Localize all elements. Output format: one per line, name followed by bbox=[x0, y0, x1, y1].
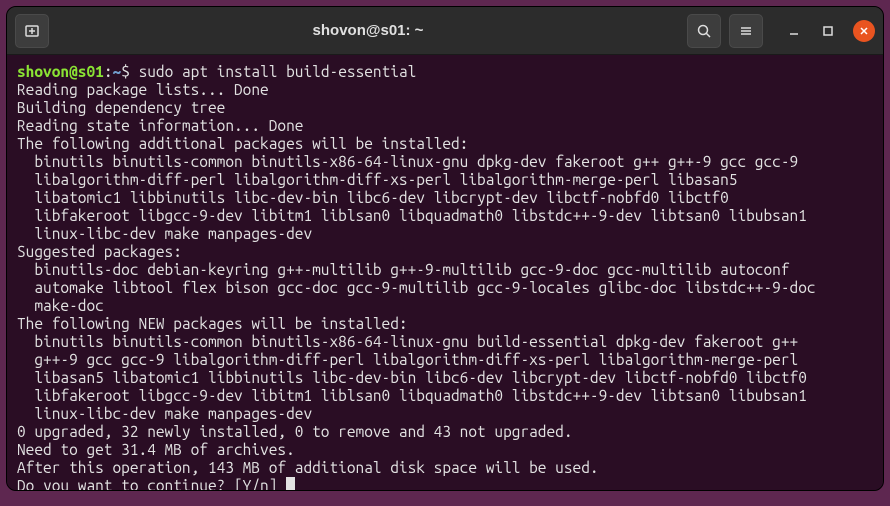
close-button[interactable] bbox=[853, 20, 875, 42]
output-line: Building dependency tree bbox=[17, 99, 225, 116]
minimize-icon bbox=[788, 25, 800, 37]
terminal-body[interactable]: shovon@s01:~$ sudo apt install build-ess… bbox=[7, 55, 883, 490]
titlebar-right bbox=[687, 14, 875, 48]
output-line: linux-libc-dev make manpages-dev bbox=[17, 405, 312, 422]
output-line: After this operation, 143 MB of addition… bbox=[17, 459, 599, 476]
output-line: The following NEW packages will be insta… bbox=[17, 315, 408, 332]
minimize-button[interactable] bbox=[785, 22, 803, 40]
new-tab-button[interactable] bbox=[15, 14, 49, 48]
output-line: libatomic1 libbinutils libc-dev-bin libc… bbox=[17, 189, 729, 206]
output-line: Reading state information... Done bbox=[17, 117, 303, 134]
output-line: libasan5 libatomic1 libbinutils libc-dev… bbox=[17, 369, 807, 386]
titlebar: shovon@s01: ~ bbox=[7, 7, 883, 55]
output-line: binutils-doc debian-keyring g++-multilib… bbox=[17, 261, 790, 278]
output-line: binutils binutils-common binutils-x86-64… bbox=[17, 333, 798, 350]
output-line: Need to get 31.4 MB of archives. bbox=[17, 441, 295, 458]
output-line: 0 upgraded, 32 newly installed, 0 to rem… bbox=[17, 423, 573, 440]
output-line: libfakeroot libgcc-9-dev libitm1 liblsan… bbox=[17, 207, 807, 224]
menu-button[interactable] bbox=[729, 14, 763, 48]
output-line: make-doc bbox=[17, 297, 104, 314]
hamburger-icon bbox=[738, 23, 754, 39]
output-line: g++-9 gcc gcc-9 libalgorithm-diff-perl l… bbox=[17, 351, 798, 368]
output-line: libfakeroot libgcc-9-dev libitm1 liblsan… bbox=[17, 387, 807, 404]
prompt-path: ~ bbox=[113, 63, 122, 80]
search-button[interactable] bbox=[687, 14, 721, 48]
window-controls bbox=[785, 20, 875, 42]
output-line: The following additional packages will b… bbox=[17, 135, 468, 152]
output-line: binutils binutils-common binutils-x86-64… bbox=[17, 153, 798, 170]
search-icon bbox=[696, 23, 712, 39]
close-icon bbox=[859, 26, 869, 36]
prompt-colon: : bbox=[104, 63, 113, 80]
prompt-dollar: $ bbox=[121, 63, 138, 80]
window-title: shovon@s01: ~ bbox=[49, 22, 687, 39]
output-line: Suggested packages: bbox=[17, 243, 182, 260]
output-line: Do you want to continue? [Y/n] bbox=[17, 477, 286, 490]
new-tab-icon bbox=[24, 23, 40, 39]
command-text: sudo apt install build-essential bbox=[139, 63, 417, 80]
prompt-userhost: shovon@s01 bbox=[17, 63, 104, 80]
maximize-button[interactable] bbox=[819, 22, 837, 40]
output-line: automake libtool flex bison gcc-doc gcc-… bbox=[17, 279, 816, 296]
output-line: Reading package lists... Done bbox=[17, 81, 269, 98]
output-line: linux-libc-dev make manpages-dev bbox=[17, 225, 312, 242]
cursor bbox=[286, 477, 295, 490]
maximize-icon bbox=[822, 25, 834, 37]
terminal-window: shovon@s01: ~ bbox=[6, 6, 884, 491]
output-line: libalgorithm-diff-perl libalgorithm-diff… bbox=[17, 171, 737, 188]
titlebar-left bbox=[15, 14, 49, 48]
